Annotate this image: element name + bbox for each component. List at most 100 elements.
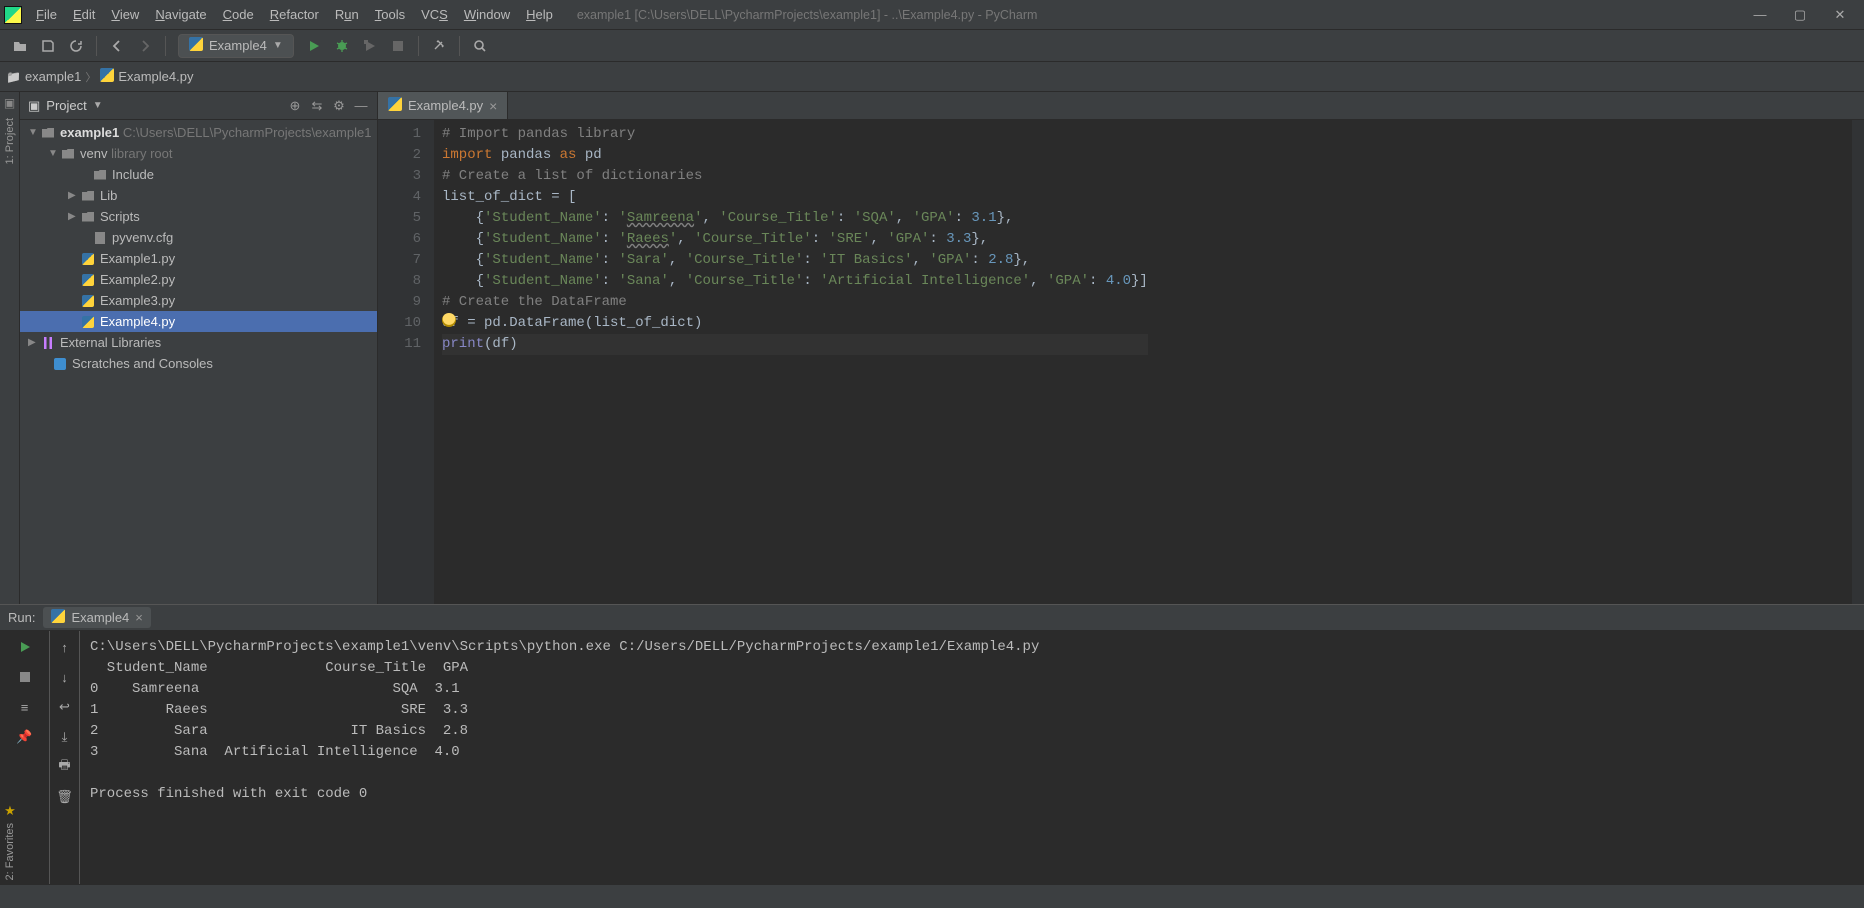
gear-icon[interactable]: ⚙ xyxy=(331,98,347,114)
tree-pyfile[interactable]: Example3.py xyxy=(20,290,377,311)
project-tree[interactable]: ▼ example1 C:\Users\DELL\PycharmProjects… xyxy=(20,120,377,604)
tree-root[interactable]: ▼ example1 C:\Users\DELL\PycharmProjects… xyxy=(20,122,377,143)
run-button[interactable] xyxy=(302,34,326,58)
editor-gutter[interactable]: 1234567891011 xyxy=(378,120,434,604)
app-icon xyxy=(4,6,22,24)
code-editor[interactable]: 1234567891011 # Import pandas libraryimp… xyxy=(378,120,1864,604)
run-tab[interactable]: Example4 xyxy=(43,607,150,628)
menu-file[interactable]: File xyxy=(28,3,65,26)
tree-tag: library root xyxy=(111,146,172,161)
file-icon xyxy=(92,232,108,244)
menu-view[interactable]: View xyxy=(103,3,147,26)
editor-tabs: Example4.py xyxy=(378,92,1864,120)
panel-title-label: Project xyxy=(46,98,86,113)
hide-icon[interactable]: — xyxy=(353,98,369,114)
save-all-icon[interactable] xyxy=(36,34,60,58)
editor-marker-strip[interactable] xyxy=(1852,120,1864,604)
stop-button[interactable] xyxy=(386,34,410,58)
menu-refactor[interactable]: Refactor xyxy=(262,3,327,26)
run-config-selector[interactable]: Example4 ▼ xyxy=(178,34,294,58)
menu-navigate[interactable]: Navigate xyxy=(147,3,214,26)
debug-button[interactable] xyxy=(330,34,354,58)
menu-window[interactable]: Window xyxy=(456,3,518,26)
close-icon[interactable] xyxy=(135,610,143,625)
stop-icon[interactable] xyxy=(15,667,35,687)
tree-item[interactable]: Include xyxy=(20,164,377,185)
python-icon xyxy=(189,37,203,54)
open-icon[interactable] xyxy=(8,34,32,58)
python-icon xyxy=(100,68,114,85)
tree-pyfile-selected[interactable]: Example4.py xyxy=(20,311,377,332)
print-icon[interactable]: 🖶 xyxy=(55,757,75,777)
tree-label: Include xyxy=(112,167,154,182)
tree-external-libs[interactable]: ▶ External Libraries xyxy=(20,332,377,353)
breadcrumb-file[interactable]: Example4.py xyxy=(100,68,193,85)
python-icon xyxy=(388,97,402,114)
menu-help[interactable]: Help xyxy=(518,3,561,26)
editor-code[interactable]: # Import pandas libraryimport pandas as … xyxy=(434,120,1148,604)
run-config-label: Example4 xyxy=(209,38,267,53)
tree-item[interactable]: pyvenv.cfg xyxy=(20,227,377,248)
menu-edit[interactable]: Edit xyxy=(65,3,103,26)
settings-icon[interactable] xyxy=(427,34,451,58)
statusbar xyxy=(0,884,1864,908)
menu-items: FileEditViewNavigateCodeRefactorRunTools… xyxy=(28,3,561,26)
menu-code[interactable]: Code xyxy=(215,3,262,26)
nav-forward-icon[interactable] xyxy=(133,34,157,58)
search-everywhere-icon[interactable] xyxy=(468,34,492,58)
tree-label: Scripts xyxy=(100,209,140,224)
folder-icon xyxy=(80,191,96,201)
tree-pyfile[interactable]: Example1.py xyxy=(20,248,377,269)
minimize-button[interactable]: — xyxy=(1748,3,1772,27)
favorites-strip: 2: Favorites ★ xyxy=(0,724,20,884)
maximize-button[interactable]: ▢ xyxy=(1788,3,1812,27)
breadcrumb-project[interactable]: example1 xyxy=(6,69,81,84)
menubar: FileEditViewNavigateCodeRefactorRunTools… xyxy=(0,0,1864,30)
tree-label: Example1.py xyxy=(100,251,175,266)
tree-label: External Libraries xyxy=(60,335,161,350)
breadcrumb-label: example1 xyxy=(25,69,81,84)
tree-path: C:\Users\DELL\PycharmProjects\example1 xyxy=(123,125,372,140)
tree-scratches[interactable]: Scratches and Consoles xyxy=(20,353,377,374)
panel-actions: ⊕ ⇆ ⚙ — xyxy=(287,98,369,114)
scroll-end-icon[interactable]: ⤓ xyxy=(55,727,75,747)
coverage-button[interactable] xyxy=(358,34,382,58)
close-button[interactable]: ✕ xyxy=(1828,3,1852,27)
intention-bulb-icon[interactable] xyxy=(442,313,456,327)
project-strip-button[interactable]: 1: Project xyxy=(4,114,16,168)
favorites-strip-button[interactable]: 2: Favorites xyxy=(4,819,16,884)
editor-area: Example4.py 1234567891011 # Import panda… xyxy=(378,92,1864,604)
menu-run[interactable]: Run xyxy=(327,3,367,26)
nav-back-icon[interactable] xyxy=(105,34,129,58)
run-body: ≡ 📌 ↑ ↓ ↩ ⤓ 🖶 🗑 C:\Users\DELL\PycharmPro… xyxy=(0,631,1864,884)
tree-pyfile[interactable]: Example2.py xyxy=(20,269,377,290)
folder-icon xyxy=(80,212,96,222)
scratch-icon xyxy=(52,358,68,370)
tree-item[interactable]: ▶ Lib xyxy=(20,185,377,206)
collapse-all-icon[interactable]: ⇆ xyxy=(309,98,325,114)
locate-icon[interactable]: ⊕ xyxy=(287,98,303,114)
clear-icon[interactable]: 🗑 xyxy=(55,787,75,807)
rerun-icon[interactable] xyxy=(15,637,35,657)
tree-venv[interactable]: ▼ venv library root xyxy=(20,143,377,164)
breadcrumbs: example1 〉 Example4.py xyxy=(0,62,1864,92)
tree-label: Example4.py xyxy=(100,314,175,329)
console-output[interactable]: C:\Users\DELL\PycharmProjects\example1\v… xyxy=(80,631,1864,884)
up-icon[interactable]: ↑ xyxy=(55,637,75,657)
editor-tab-active[interactable]: Example4.py xyxy=(378,92,508,119)
tree-item[interactable]: ▶ Scripts xyxy=(20,206,377,227)
project-panel-title[interactable]: ▣ Project ▼ xyxy=(28,98,103,114)
folder-icon xyxy=(60,149,76,159)
menu-tools[interactable]: Tools xyxy=(367,3,413,26)
tree-label: Scratches and Consoles xyxy=(72,356,213,371)
project-panel-header: ▣ Project ▼ ⊕ ⇆ ⚙ — xyxy=(20,92,377,120)
soft-wrap-icon[interactable]: ↩ xyxy=(55,697,75,717)
close-icon[interactable] xyxy=(489,98,497,114)
run-tool-window: Run: Example4 ≡ 📌 ↑ ↓ ↩ ⤓ 🖶 🗑 C:\Users\D… xyxy=(0,604,1864,884)
menu-vcs[interactable]: VCS xyxy=(413,3,456,26)
sync-icon[interactable] xyxy=(64,34,88,58)
folder-icon xyxy=(6,69,21,84)
down-icon[interactable]: ↓ xyxy=(55,667,75,687)
tree-label: example1 xyxy=(60,125,119,140)
layout-icon[interactable]: ≡ xyxy=(15,697,35,717)
